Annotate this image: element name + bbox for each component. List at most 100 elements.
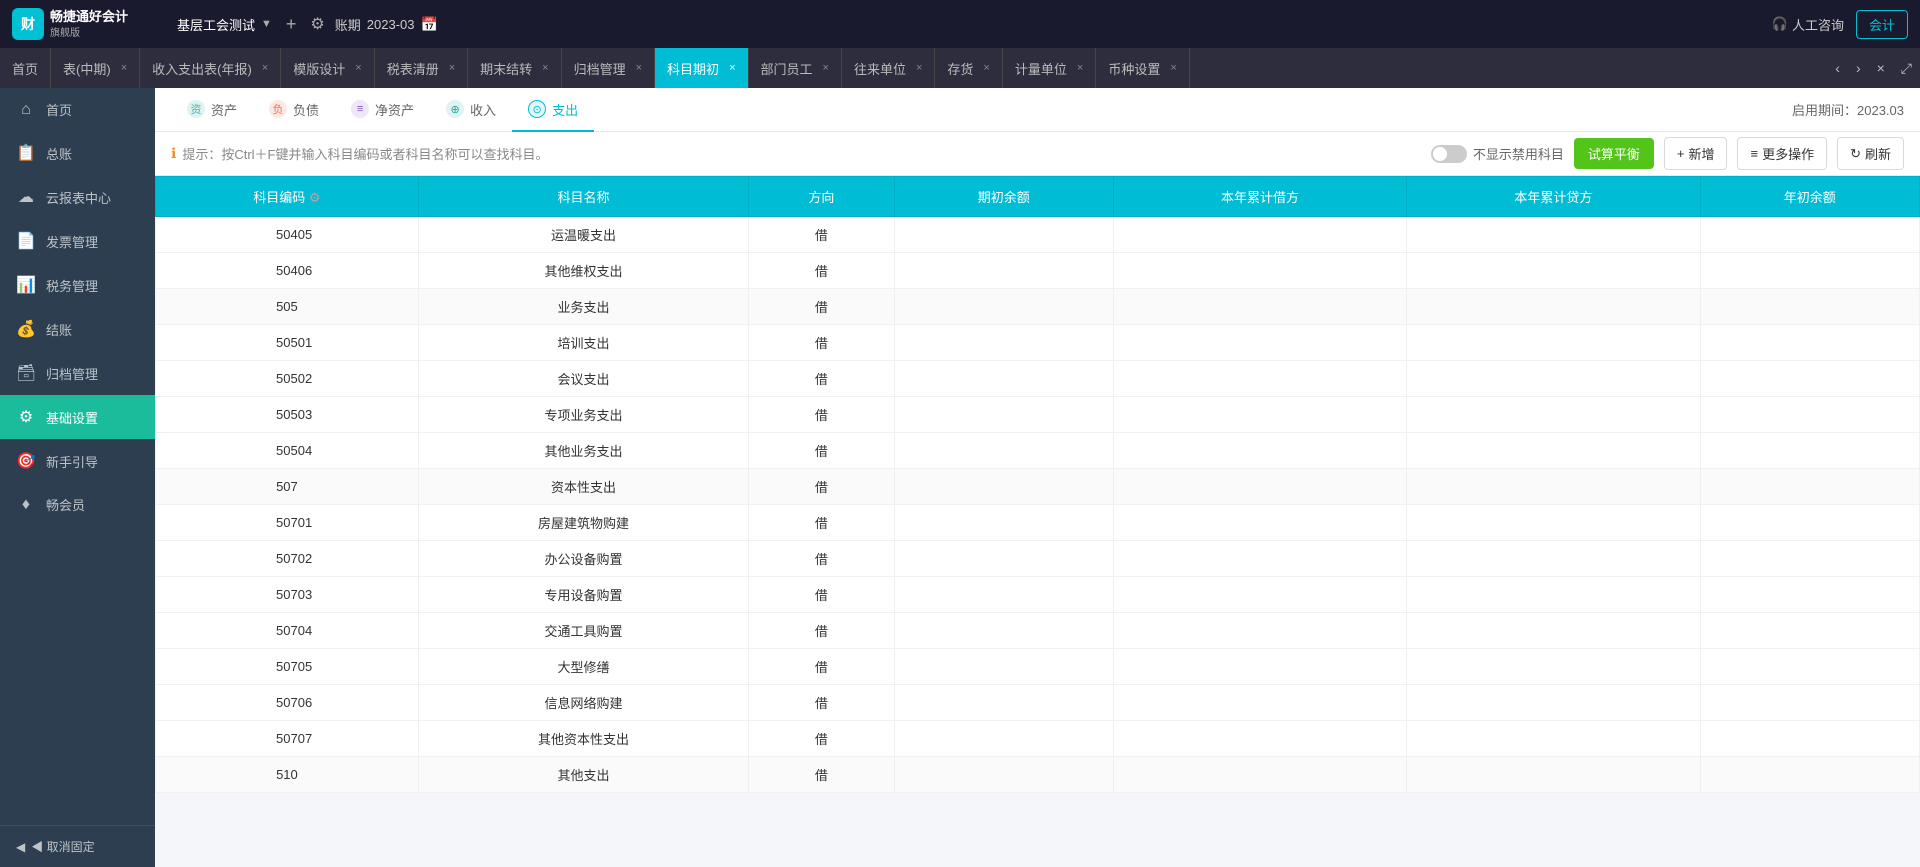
sub-tab-expense[interactable]: ⊙ 支出 bbox=[512, 88, 594, 132]
sidebar-item-reports[interactable]: ☁ 云报表中心 bbox=[0, 175, 155, 219]
tab-income-year[interactable]: 收入支出表(年报) × bbox=[140, 48, 281, 88]
sidebar-item-guide[interactable]: 🎯 新手引导 bbox=[0, 439, 155, 483]
tab-archive-close[interactable]: × bbox=[636, 62, 642, 74]
table-row[interactable]: 50702 办公设备购置 借 bbox=[156, 541, 1920, 577]
sidebar-item-checkout[interactable]: 💰 结账 bbox=[0, 307, 155, 351]
tab-home[interactable]: 首页 bbox=[0, 48, 51, 88]
more-button[interactable]: ≡ 更多操作 bbox=[1737, 137, 1827, 170]
table-container: 科目编码 ⚙ 科目名称 方向 期初余额 本年累计借方 本年累计贷方 年初余额 5… bbox=[155, 176, 1920, 867]
sidebar-item-home[interactable]: ⌂ 首页 bbox=[0, 88, 155, 131]
add-button[interactable]: + 新增 bbox=[1664, 137, 1728, 170]
tab-archive[interactable]: 归档管理 × bbox=[562, 48, 655, 88]
tab-partner[interactable]: 往来单位 × bbox=[842, 48, 935, 88]
tab-dept[interactable]: 部门员工 × bbox=[749, 48, 842, 88]
cell-opening bbox=[894, 397, 1113, 433]
calculate-button[interactable]: 试算平衡 bbox=[1574, 138, 1654, 169]
cell-ytd-debit bbox=[1113, 361, 1406, 397]
sub-tab-expense-label: 支出 bbox=[552, 100, 578, 119]
tab-period-end-close[interactable]: × bbox=[542, 62, 548, 74]
table-row[interactable]: 50701 房屋建筑物购建 借 bbox=[156, 505, 1920, 541]
calendar-icon[interactable]: 📅 bbox=[421, 16, 438, 33]
tab-bs-period-close[interactable]: × bbox=[121, 62, 127, 74]
tab-unit[interactable]: 计量单位 × bbox=[1003, 48, 1096, 88]
table-row[interactable]: 50703 专用设备购置 借 bbox=[156, 577, 1920, 613]
tab-tax[interactable]: 税表清册 × bbox=[375, 48, 468, 88]
sidebar-tax-label: 税务管理 bbox=[46, 276, 98, 295]
settings-sidebar-icon: ⚙ bbox=[16, 407, 36, 427]
table-row[interactable]: 510 其他支出 借 bbox=[156, 757, 1920, 793]
cell-name: 交通工具购置 bbox=[418, 613, 748, 649]
tab-partner-close[interactable]: × bbox=[916, 62, 922, 74]
switch-control[interactable] bbox=[1431, 145, 1467, 163]
cell-ytd-credit bbox=[1407, 397, 1700, 433]
invoice-icon: 📄 bbox=[16, 231, 36, 251]
cell-direction: 借 bbox=[749, 253, 894, 289]
account-button[interactable]: 会计 bbox=[1856, 10, 1908, 39]
tip-icon: ℹ bbox=[171, 145, 176, 162]
tab-income-year-close[interactable]: × bbox=[262, 62, 268, 74]
cell-code: 507 bbox=[156, 469, 419, 505]
sub-tab-income[interactable]: ⊕ 收入 bbox=[430, 88, 512, 132]
tab-next-button[interactable]: › bbox=[1848, 48, 1869, 88]
tab-unit-close[interactable]: × bbox=[1077, 62, 1083, 74]
table-row[interactable]: 50405 运温暖支出 借 bbox=[156, 217, 1920, 253]
tab-dept-close[interactable]: × bbox=[823, 62, 829, 74]
table-row[interactable]: 50704 交通工具购置 借 bbox=[156, 613, 1920, 649]
tab-prev-button[interactable]: ‹ bbox=[1827, 48, 1848, 88]
support-button[interactable]: 🎧 人工咨询 bbox=[1772, 15, 1844, 34]
more-icon: ≡ bbox=[1750, 146, 1758, 161]
tab-period-end[interactable]: 期末结转 × bbox=[468, 48, 561, 88]
sidebar-item-settings[interactable]: ⚙ 基础设置 bbox=[0, 395, 155, 439]
table-row[interactable]: 50406 其他维权支出 借 bbox=[156, 253, 1920, 289]
tab-bs-period[interactable]: 表(中期) × bbox=[51, 48, 140, 88]
sidebar-home-label: 首页 bbox=[46, 100, 72, 119]
cell-opening bbox=[894, 721, 1113, 757]
tab-template-close[interactable]: × bbox=[355, 62, 361, 74]
expense-icon: ⊙ bbox=[528, 100, 546, 118]
tab-subject-init[interactable]: 科目期初 × bbox=[655, 48, 748, 88]
col-name: 科目名称 bbox=[418, 177, 748, 217]
table-row[interactable]: 505 业务支出 借 bbox=[156, 289, 1920, 325]
toggle-disabled-switch[interactable]: 不显示禁用科目 bbox=[1431, 144, 1564, 163]
tab-inventory[interactable]: 存货 × bbox=[935, 48, 1002, 88]
cell-ytd-debit bbox=[1113, 289, 1406, 325]
tab-currency-close[interactable]: × bbox=[1170, 62, 1176, 74]
tab-inventory-close[interactable]: × bbox=[983, 62, 989, 74]
table-row[interactable]: 50503 专项业务支出 借 bbox=[156, 397, 1920, 433]
settings-icon[interactable]: ⚙ bbox=[310, 14, 324, 34]
table-row[interactable]: 50705 大型修缮 借 bbox=[156, 649, 1920, 685]
sidebar-item-invoice[interactable]: 📄 发票管理 bbox=[0, 219, 155, 263]
sub-tab-liability[interactable]: 负 负债 bbox=[253, 88, 335, 132]
sidebar-collapse-button[interactable]: ◀ ◀ 取消固定 bbox=[0, 825, 155, 867]
sidebar-item-ledger[interactable]: 📋 总账 bbox=[0, 131, 155, 175]
cell-name: 会议支出 bbox=[418, 361, 748, 397]
tab-bar: 首页 表(中期) × 收入支出表(年报) × 模版设计 × 税表清册 × 期末结… bbox=[0, 48, 1920, 88]
cell-direction: 借 bbox=[749, 685, 894, 721]
tab-subject-init-close[interactable]: × bbox=[729, 62, 735, 74]
col-ytd-credit: 本年累计贷方 bbox=[1407, 177, 1700, 217]
table-row[interactable]: 50504 其他业务支出 借 bbox=[156, 433, 1920, 469]
tab-tax-close[interactable]: × bbox=[449, 62, 455, 74]
table-row[interactable]: 507 资本性支出 借 bbox=[156, 469, 1920, 505]
sidebar-item-archive[interactable]: 🗃 归档管理 bbox=[0, 351, 155, 395]
sub-tab-right: 启用期间：2023.03 bbox=[1792, 100, 1904, 119]
sidebar-item-vip[interactable]: ♦ 畅会员 bbox=[0, 483, 155, 526]
tab-close-all-button[interactable]: × bbox=[1869, 48, 1893, 88]
tab-template[interactable]: 模版设计 × bbox=[281, 48, 374, 88]
company-selector[interactable]: 基层工会测试 ▼ bbox=[177, 15, 272, 34]
tab-currency[interactable]: 币种设置 × bbox=[1096, 48, 1189, 88]
table-row[interactable]: 50706 信息网络购建 借 bbox=[156, 685, 1920, 721]
cell-code: 50703 bbox=[156, 577, 419, 613]
cell-ytd-debit bbox=[1113, 613, 1406, 649]
refresh-button[interactable]: ↻ 刷新 bbox=[1837, 137, 1904, 170]
table-row[interactable]: 50707 其他资本性支出 借 bbox=[156, 721, 1920, 757]
sub-tab-asset[interactable]: 资 资产 bbox=[171, 88, 253, 132]
sub-tab-net-asset[interactable]: ≡ 净资产 bbox=[335, 88, 430, 132]
add-company-button[interactable]: + bbox=[282, 14, 301, 35]
table-row[interactable]: 50501 培训支出 借 bbox=[156, 325, 1920, 361]
table-row[interactable]: 50502 会议支出 借 bbox=[156, 361, 1920, 397]
cell-year-opening bbox=[1700, 325, 1919, 361]
sidebar-item-tax[interactable]: 📊 税务管理 bbox=[0, 263, 155, 307]
column-settings-icon[interactable]: ⚙ bbox=[309, 190, 321, 205]
tab-expand-button[interactable]: ⤢ bbox=[1893, 48, 1920, 88]
